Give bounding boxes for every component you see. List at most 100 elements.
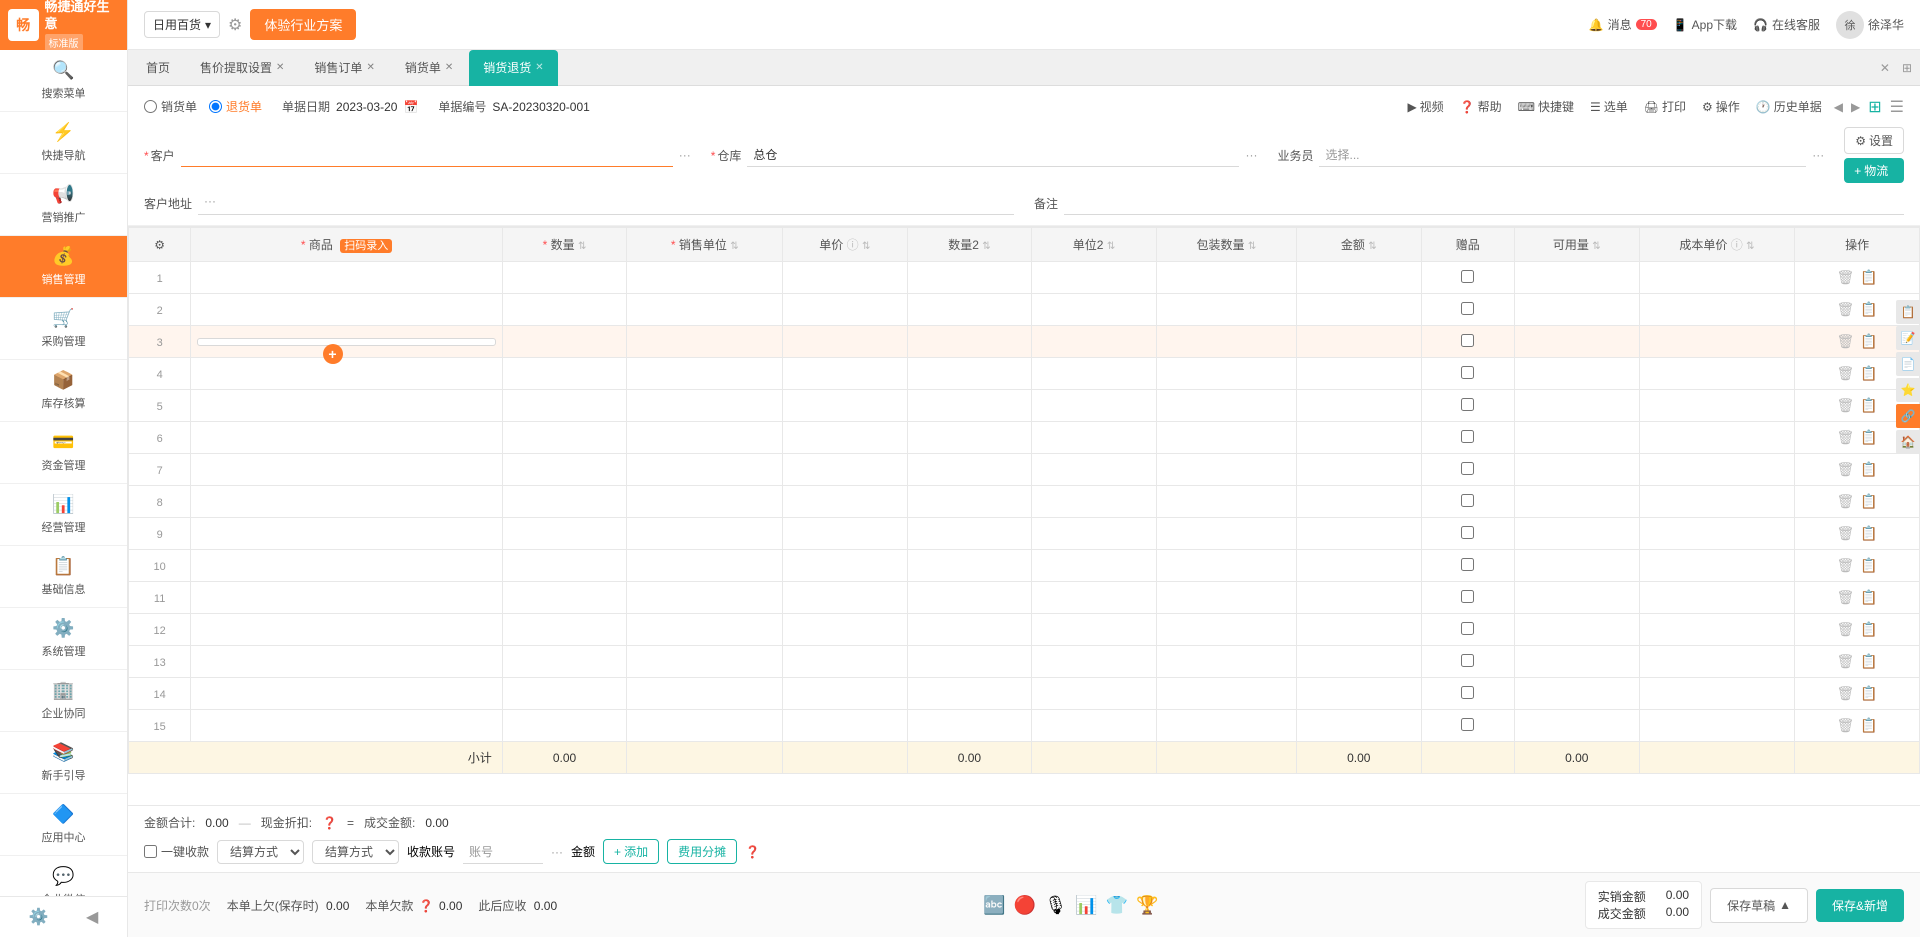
available-cell[interactable] xyxy=(1514,422,1639,454)
gift-checkbox[interactable] xyxy=(1461,366,1474,379)
gift-checkbox[interactable] xyxy=(1461,622,1474,635)
available-cell[interactable] xyxy=(1514,646,1639,678)
delete-icon[interactable]: 🗑 xyxy=(1837,269,1855,286)
gift-checkbox[interactable] xyxy=(1461,718,1474,731)
copy-icon[interactable]: 📋 xyxy=(1860,301,1877,318)
price-cell[interactable] xyxy=(783,390,908,422)
available-cell[interactable] xyxy=(1514,678,1639,710)
pack-qty-cell[interactable] xyxy=(1156,550,1296,582)
quantity-cell[interactable] xyxy=(502,518,627,550)
quantity-cell[interactable] xyxy=(502,614,627,646)
sales-unit-cell[interactable] xyxy=(627,518,783,550)
gift-cell[interactable] xyxy=(1421,486,1514,518)
select-btn[interactable]: ☰ 选单 xyxy=(1586,96,1632,117)
gift-checkbox[interactable] xyxy=(1461,430,1474,443)
available-cell[interactable] xyxy=(1514,326,1639,358)
sales-unit-cell[interactable] xyxy=(627,326,783,358)
pack-qty-cell[interactable] xyxy=(1156,486,1296,518)
sidebar-item-inventory[interactable]: 📦 库存核算 xyxy=(0,360,127,422)
copy-icon[interactable]: 📋 xyxy=(1860,493,1877,510)
sales-unit-cell[interactable] xyxy=(627,262,783,294)
price-cell[interactable] xyxy=(783,646,908,678)
quantity2-cell[interactable] xyxy=(907,358,1032,390)
staff-input[interactable]: 选择... xyxy=(1319,143,1806,167)
video-btn[interactable]: ▶ 视频 xyxy=(1403,96,1447,117)
gift-cell[interactable] xyxy=(1421,262,1514,294)
gift-checkbox[interactable] xyxy=(1461,270,1474,283)
delete-icon[interactable]: 🗑 xyxy=(1837,397,1855,414)
price-cell[interactable] xyxy=(783,326,908,358)
product-cell[interactable] xyxy=(191,390,502,422)
copy-icon[interactable]: 📋 xyxy=(1860,557,1877,574)
sort-icon[interactable]: ⇅ xyxy=(730,241,738,252)
delete-icon[interactable]: 🗑 xyxy=(1837,685,1855,702)
tool-icon-4[interactable]: 📊 xyxy=(1075,895,1097,916)
amount-cell[interactable] xyxy=(1296,486,1421,518)
customer-more-icon[interactable]: ··· xyxy=(679,148,691,162)
quantity2-cell[interactable] xyxy=(907,582,1032,614)
delete-icon[interactable]: 🗑 xyxy=(1837,461,1855,478)
pack-qty-cell[interactable] xyxy=(1156,710,1296,742)
gift-cell[interactable] xyxy=(1421,358,1514,390)
cost-price-cell[interactable] xyxy=(1639,646,1795,678)
gift-checkbox[interactable] xyxy=(1461,654,1474,667)
amount-cell[interactable] xyxy=(1296,454,1421,486)
sales-unit-cell[interactable] xyxy=(627,486,783,518)
copy-icon[interactable]: 📋 xyxy=(1860,269,1877,286)
pack-qty-cell[interactable] xyxy=(1156,326,1296,358)
fee-split-btn[interactable]: 费用分摊 xyxy=(667,839,737,864)
cost-price-cell[interactable] xyxy=(1639,326,1795,358)
quantity2-cell[interactable] xyxy=(907,614,1032,646)
delete-icon[interactable]: 🗑 xyxy=(1837,717,1855,734)
quantity-cell[interactable] xyxy=(502,294,627,326)
sidebar-item-purchase[interactable]: 🛒 采购管理 xyxy=(0,298,127,360)
product-cell[interactable] xyxy=(191,646,502,678)
save-new-btn[interactable]: 保存&新增 xyxy=(1816,889,1904,922)
copy-icon[interactable]: 📋 xyxy=(1860,621,1877,638)
copy-icon[interactable]: 📋 xyxy=(1860,653,1877,670)
sort-icon[interactable]: ⇅ xyxy=(578,241,586,252)
quick-btn-5[interactable]: 🔗 xyxy=(1896,404,1920,428)
cost-price-cell[interactable] xyxy=(1639,710,1795,742)
unit2-cell[interactable] xyxy=(1032,486,1157,518)
sidebar-collapse-icon[interactable]: ◀ xyxy=(86,907,98,927)
unit2-cell[interactable] xyxy=(1032,614,1157,646)
sidebar-item-operation[interactable]: 📊 经营管理 xyxy=(0,484,127,546)
calc-method-select[interactable]: 结算方式 xyxy=(312,840,399,864)
unit2-cell[interactable] xyxy=(1032,646,1157,678)
gift-checkbox[interactable] xyxy=(1461,686,1474,699)
amount-cell[interactable] xyxy=(1296,262,1421,294)
amount-cell[interactable] xyxy=(1296,582,1421,614)
settlement-select[interactable]: 结算方式 xyxy=(217,840,304,864)
quick-btn-3[interactable]: 📄 xyxy=(1896,352,1920,376)
price-cell[interactable] xyxy=(783,710,908,742)
sidebar-item-quick[interactable]: ⚡ 快捷导航 xyxy=(0,112,127,174)
amount-cell[interactable] xyxy=(1296,550,1421,582)
pack-qty-cell[interactable] xyxy=(1156,262,1296,294)
customer-input[interactable] xyxy=(181,143,673,167)
price-cell[interactable] xyxy=(783,358,908,390)
settings-btn[interactable]: ⚙ 设置 xyxy=(1844,127,1904,154)
available-cell[interactable] xyxy=(1514,262,1639,294)
tab-sales[interactable]: 销货单 ✕ xyxy=(391,50,467,86)
available-cell[interactable] xyxy=(1514,518,1639,550)
gift-checkbox[interactable] xyxy=(1461,494,1474,507)
price-cell[interactable] xyxy=(783,262,908,294)
gift-cell[interactable] xyxy=(1421,550,1514,582)
unit2-cell[interactable] xyxy=(1032,582,1157,614)
cost-price-cell[interactable] xyxy=(1639,454,1795,486)
available-cell[interactable] xyxy=(1514,358,1639,390)
pack-qty-cell[interactable] xyxy=(1156,678,1296,710)
product-input[interactable] xyxy=(197,338,495,346)
tab-sales-return[interactable]: 销货退货 ✕ xyxy=(469,50,557,86)
quantity2-cell[interactable] xyxy=(907,550,1032,582)
gift-checkbox[interactable] xyxy=(1461,334,1474,347)
price-cell[interactable] xyxy=(783,294,908,326)
price-cell[interactable] xyxy=(783,550,908,582)
unit2-cell[interactable] xyxy=(1032,358,1157,390)
cost-price-cell[interactable] xyxy=(1639,294,1795,326)
quantity-cell[interactable] xyxy=(502,390,627,422)
quantity-cell[interactable] xyxy=(502,422,627,454)
quantity2-cell[interactable] xyxy=(907,518,1032,550)
close-icon[interactable]: ✕ xyxy=(445,62,453,73)
